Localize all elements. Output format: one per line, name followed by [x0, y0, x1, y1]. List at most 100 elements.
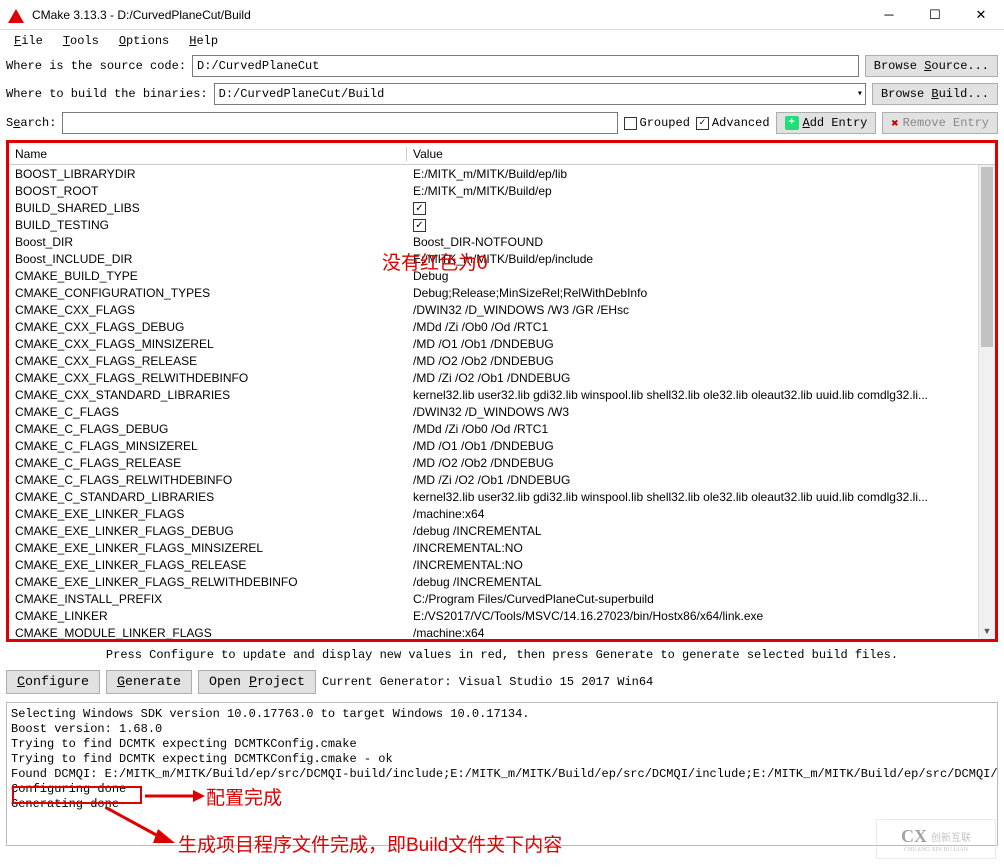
advanced-checkbox[interactable]: ✓ Advanced — [696, 116, 770, 130]
table-row[interactable]: CMAKE_C_FLAGS_RELEASE/MD /O2 /Ob2 /DNDEB… — [9, 454, 995, 471]
generate-button[interactable]: Generate — [106, 670, 192, 694]
table-row[interactable]: CMAKE_MODULE_LINKER_FLAGS/machine:x64 — [9, 624, 995, 639]
search-row: Search: Grouped ✓ Advanced + Add Entry ✖… — [0, 108, 1004, 138]
cell-value[interactable]: /MD /O2 /Ob2 /DNDEBUG — [407, 456, 995, 470]
table-row[interactable]: CMAKE_CXX_FLAGS_RELWITHDEBINFO/MD /Zi /O… — [9, 369, 995, 386]
search-input[interactable] — [62, 112, 617, 134]
checkbox-icon[interactable]: ✓ — [413, 202, 426, 215]
cell-name: CMAKE_EXE_LINKER_FLAGS_DEBUG — [9, 524, 407, 538]
cell-value[interactable]: ✓ — [407, 200, 995, 215]
table-row[interactable]: CMAKE_EXE_LINKER_FLAGS_RELEASE/INCREMENT… — [9, 556, 995, 573]
table-row[interactable]: CMAKE_CXX_FLAGS_RELEASE/MD /O2 /Ob2 /DND… — [9, 352, 995, 369]
cell-value[interactable]: /MD /Zi /O2 /Ob1 /DNDEBUG — [407, 473, 995, 487]
table-row[interactable]: BUILD_SHARED_LIBS✓ — [9, 199, 995, 216]
cell-name: CMAKE_CXX_STANDARD_LIBRARIES — [9, 388, 407, 402]
cell-value[interactable]: C:/Program Files/CurvedPlaneCut-superbui… — [407, 592, 995, 606]
cell-value[interactable]: /MD /O1 /Ob1 /DNDEBUG — [407, 337, 995, 351]
cell-value[interactable]: kernel32.lib user32.lib gdi32.lib winspo… — [407, 388, 995, 402]
cell-value[interactable]: /MD /O2 /Ob2 /DNDEBUG — [407, 354, 995, 368]
column-value[interactable]: Value — [407, 147, 995, 161]
table-row[interactable]: CMAKE_C_FLAGS/DWIN32 /D_WINDOWS /W3 — [9, 403, 995, 420]
source-label: Where is the source code: — [6, 59, 186, 73]
table-row[interactable]: CMAKE_CXX_FLAGS_DEBUG/MDd /Zi /Ob0 /Od /… — [9, 318, 995, 335]
cell-name: CMAKE_EXE_LINKER_FLAGS_RELEASE — [9, 558, 407, 572]
cell-value[interactable]: /MD /Zi /O2 /Ob1 /DNDEBUG — [407, 371, 995, 385]
grouped-checkbox[interactable]: Grouped — [624, 116, 690, 130]
cell-value[interactable]: Boost_DIR-NOTFOUND — [407, 235, 995, 249]
table-row[interactable]: BUILD_TESTING✓ — [9, 216, 995, 233]
cell-name: CMAKE_CXX_FLAGS_RELWITHDEBINFO — [9, 371, 407, 385]
cell-value[interactable]: /INCREMENTAL:NO — [407, 558, 995, 572]
scrollbar-thumb[interactable] — [981, 167, 993, 347]
table-row[interactable]: CMAKE_INSTALL_PREFIXC:/Program Files/Cur… — [9, 590, 995, 607]
column-name[interactable]: Name — [9, 147, 407, 161]
table-row[interactable]: CMAKE_C_STANDARD_LIBRARIESkernel32.lib u… — [9, 488, 995, 505]
table-row[interactable]: CMAKE_C_FLAGS_RELWITHDEBINFO/MD /Zi /O2 … — [9, 471, 995, 488]
maximize-button[interactable]: ☐ — [912, 0, 958, 29]
table-row[interactable]: CMAKE_EXE_LINKER_FLAGS_MINSIZEREL/INCREM… — [9, 539, 995, 556]
close-button[interactable]: ✕ — [958, 0, 1004, 29]
table-row[interactable]: Boost_INCLUDE_DIRE:/MITK_m/MITK/Build/ep… — [9, 250, 995, 267]
checkbox-icon[interactable]: ✓ — [413, 219, 426, 232]
output-panel[interactable]: Selecting Windows SDK version 10.0.17763… — [6, 702, 998, 846]
table-row[interactable]: Boost_DIRBoost_DIR-NOTFOUND — [9, 233, 995, 250]
checkbox-icon: ✓ — [696, 117, 709, 130]
cell-value[interactable]: /debug /INCREMENTAL — [407, 575, 995, 589]
table-row[interactable]: CMAKE_LINKERE:/VS2017/VC/Tools/MSVC/14.1… — [9, 607, 995, 624]
table-row[interactable]: CMAKE_EXE_LINKER_FLAGS/machine:x64 — [9, 505, 995, 522]
table-row[interactable]: BOOST_LIBRARYDIRE:/MITK_m/MITK/Build/ep/… — [9, 165, 995, 182]
titlebar: CMake 3.13.3 - D:/CurvedPlaneCut/Build ─… — [0, 0, 1004, 30]
cell-value[interactable]: E:/MITK_m/MITK/Build/ep — [407, 184, 995, 198]
plus-icon: + — [785, 116, 799, 130]
table-row[interactable]: CMAKE_C_FLAGS_MINSIZEREL/MD /O1 /Ob1 /DN… — [9, 437, 995, 454]
cell-name: CMAKE_C_FLAGS — [9, 405, 407, 419]
open-project-button[interactable]: Open Project — [198, 670, 316, 694]
table-row[interactable]: BOOST_ROOTE:/MITK_m/MITK/Build/ep — [9, 182, 995, 199]
add-entry-button[interactable]: + Add Entry — [776, 112, 877, 134]
minimize-button[interactable]: ─ — [866, 0, 912, 29]
cell-value[interactable]: ✓ — [407, 217, 995, 232]
cell-value[interactable]: /INCREMENTAL:NO — [407, 541, 995, 555]
cell-value[interactable]: kernel32.lib user32.lib gdi32.lib winspo… — [407, 490, 995, 504]
cell-value[interactable]: E:/MITK_m/MITK/Build/ep/lib — [407, 167, 995, 181]
cell-value[interactable]: /debug /INCREMENTAL — [407, 524, 995, 538]
cell-value[interactable]: /machine:x64 — [407, 507, 995, 521]
cell-value[interactable]: /DWIN32 /D_WINDOWS /W3 — [407, 405, 995, 419]
cell-name: CMAKE_LINKER — [9, 609, 407, 623]
browse-build-button[interactable]: Browse Build... — [872, 83, 998, 105]
search-label: Search: — [6, 116, 56, 130]
cell-value[interactable]: E:/MITK_m/MITK/Build/ep/include — [407, 252, 995, 266]
browse-source-button[interactable]: Browse Source... — [865, 55, 998, 77]
menu-file[interactable]: File — [6, 32, 51, 50]
cell-value[interactable]: /MD /O1 /Ob1 /DNDEBUG — [407, 439, 995, 453]
cell-value[interactable]: Debug — [407, 269, 995, 283]
source-input[interactable] — [192, 55, 859, 77]
menu-options[interactable]: Options — [111, 32, 177, 50]
build-input[interactable]: D:/CurvedPlaneCut/Build ▾ — [214, 83, 866, 105]
table-row[interactable]: CMAKE_BUILD_TYPEDebug — [9, 267, 995, 284]
table-row[interactable]: CMAKE_C_FLAGS_DEBUG/MDd /Zi /Ob0 /Od /RT… — [9, 420, 995, 437]
menu-help[interactable]: Help — [181, 32, 226, 50]
table-row[interactable]: CMAKE_CXX_FLAGS/DWIN32 /D_WINDOWS /W3 /G… — [9, 301, 995, 318]
scroll-down-icon[interactable]: ▼ — [979, 622, 995, 639]
window-controls: ─ ☐ ✕ — [866, 0, 1004, 29]
table-row[interactable]: CMAKE_EXE_LINKER_FLAGS_DEBUG/debug /INCR… — [9, 522, 995, 539]
table-row[interactable]: CMAKE_CONFIGURATION_TYPESDebug;Release;M… — [9, 284, 995, 301]
table-row[interactable]: CMAKE_CXX_FLAGS_MINSIZEREL/MD /O1 /Ob1 /… — [9, 335, 995, 352]
table-row[interactable]: CMAKE_CXX_STANDARD_LIBRARIESkernel32.lib… — [9, 386, 995, 403]
cell-value[interactable]: E:/VS2017/VC/Tools/MSVC/14.16.27023/bin/… — [407, 609, 995, 623]
cross-icon: ✖ — [891, 116, 898, 131]
checkbox-icon — [624, 117, 637, 130]
chevron-down-icon[interactable]: ▾ — [857, 88, 863, 100]
cell-value[interactable]: /MDd /Zi /Ob0 /Od /RTC1 — [407, 422, 995, 436]
scrollbar[interactable]: ▼ — [978, 165, 995, 639]
cell-value[interactable]: /machine:x64 — [407, 626, 995, 640]
configure-button[interactable]: Configure — [6, 670, 100, 694]
cell-value[interactable]: Debug;Release;MinSizeRel;RelWithDebInfo — [407, 286, 995, 300]
cell-value[interactable]: /DWIN32 /D_WINDOWS /W3 /GR /EHsc — [407, 303, 995, 317]
menu-tools[interactable]: Tools — [55, 32, 107, 50]
table-row[interactable]: CMAKE_EXE_LINKER_FLAGS_RELWITHDEBINFO/de… — [9, 573, 995, 590]
cell-name: CMAKE_CXX_FLAGS_MINSIZEREL — [9, 337, 407, 351]
build-label: Where to build the binaries: — [6, 87, 208, 101]
cell-value[interactable]: /MDd /Zi /Ob0 /Od /RTC1 — [407, 320, 995, 334]
